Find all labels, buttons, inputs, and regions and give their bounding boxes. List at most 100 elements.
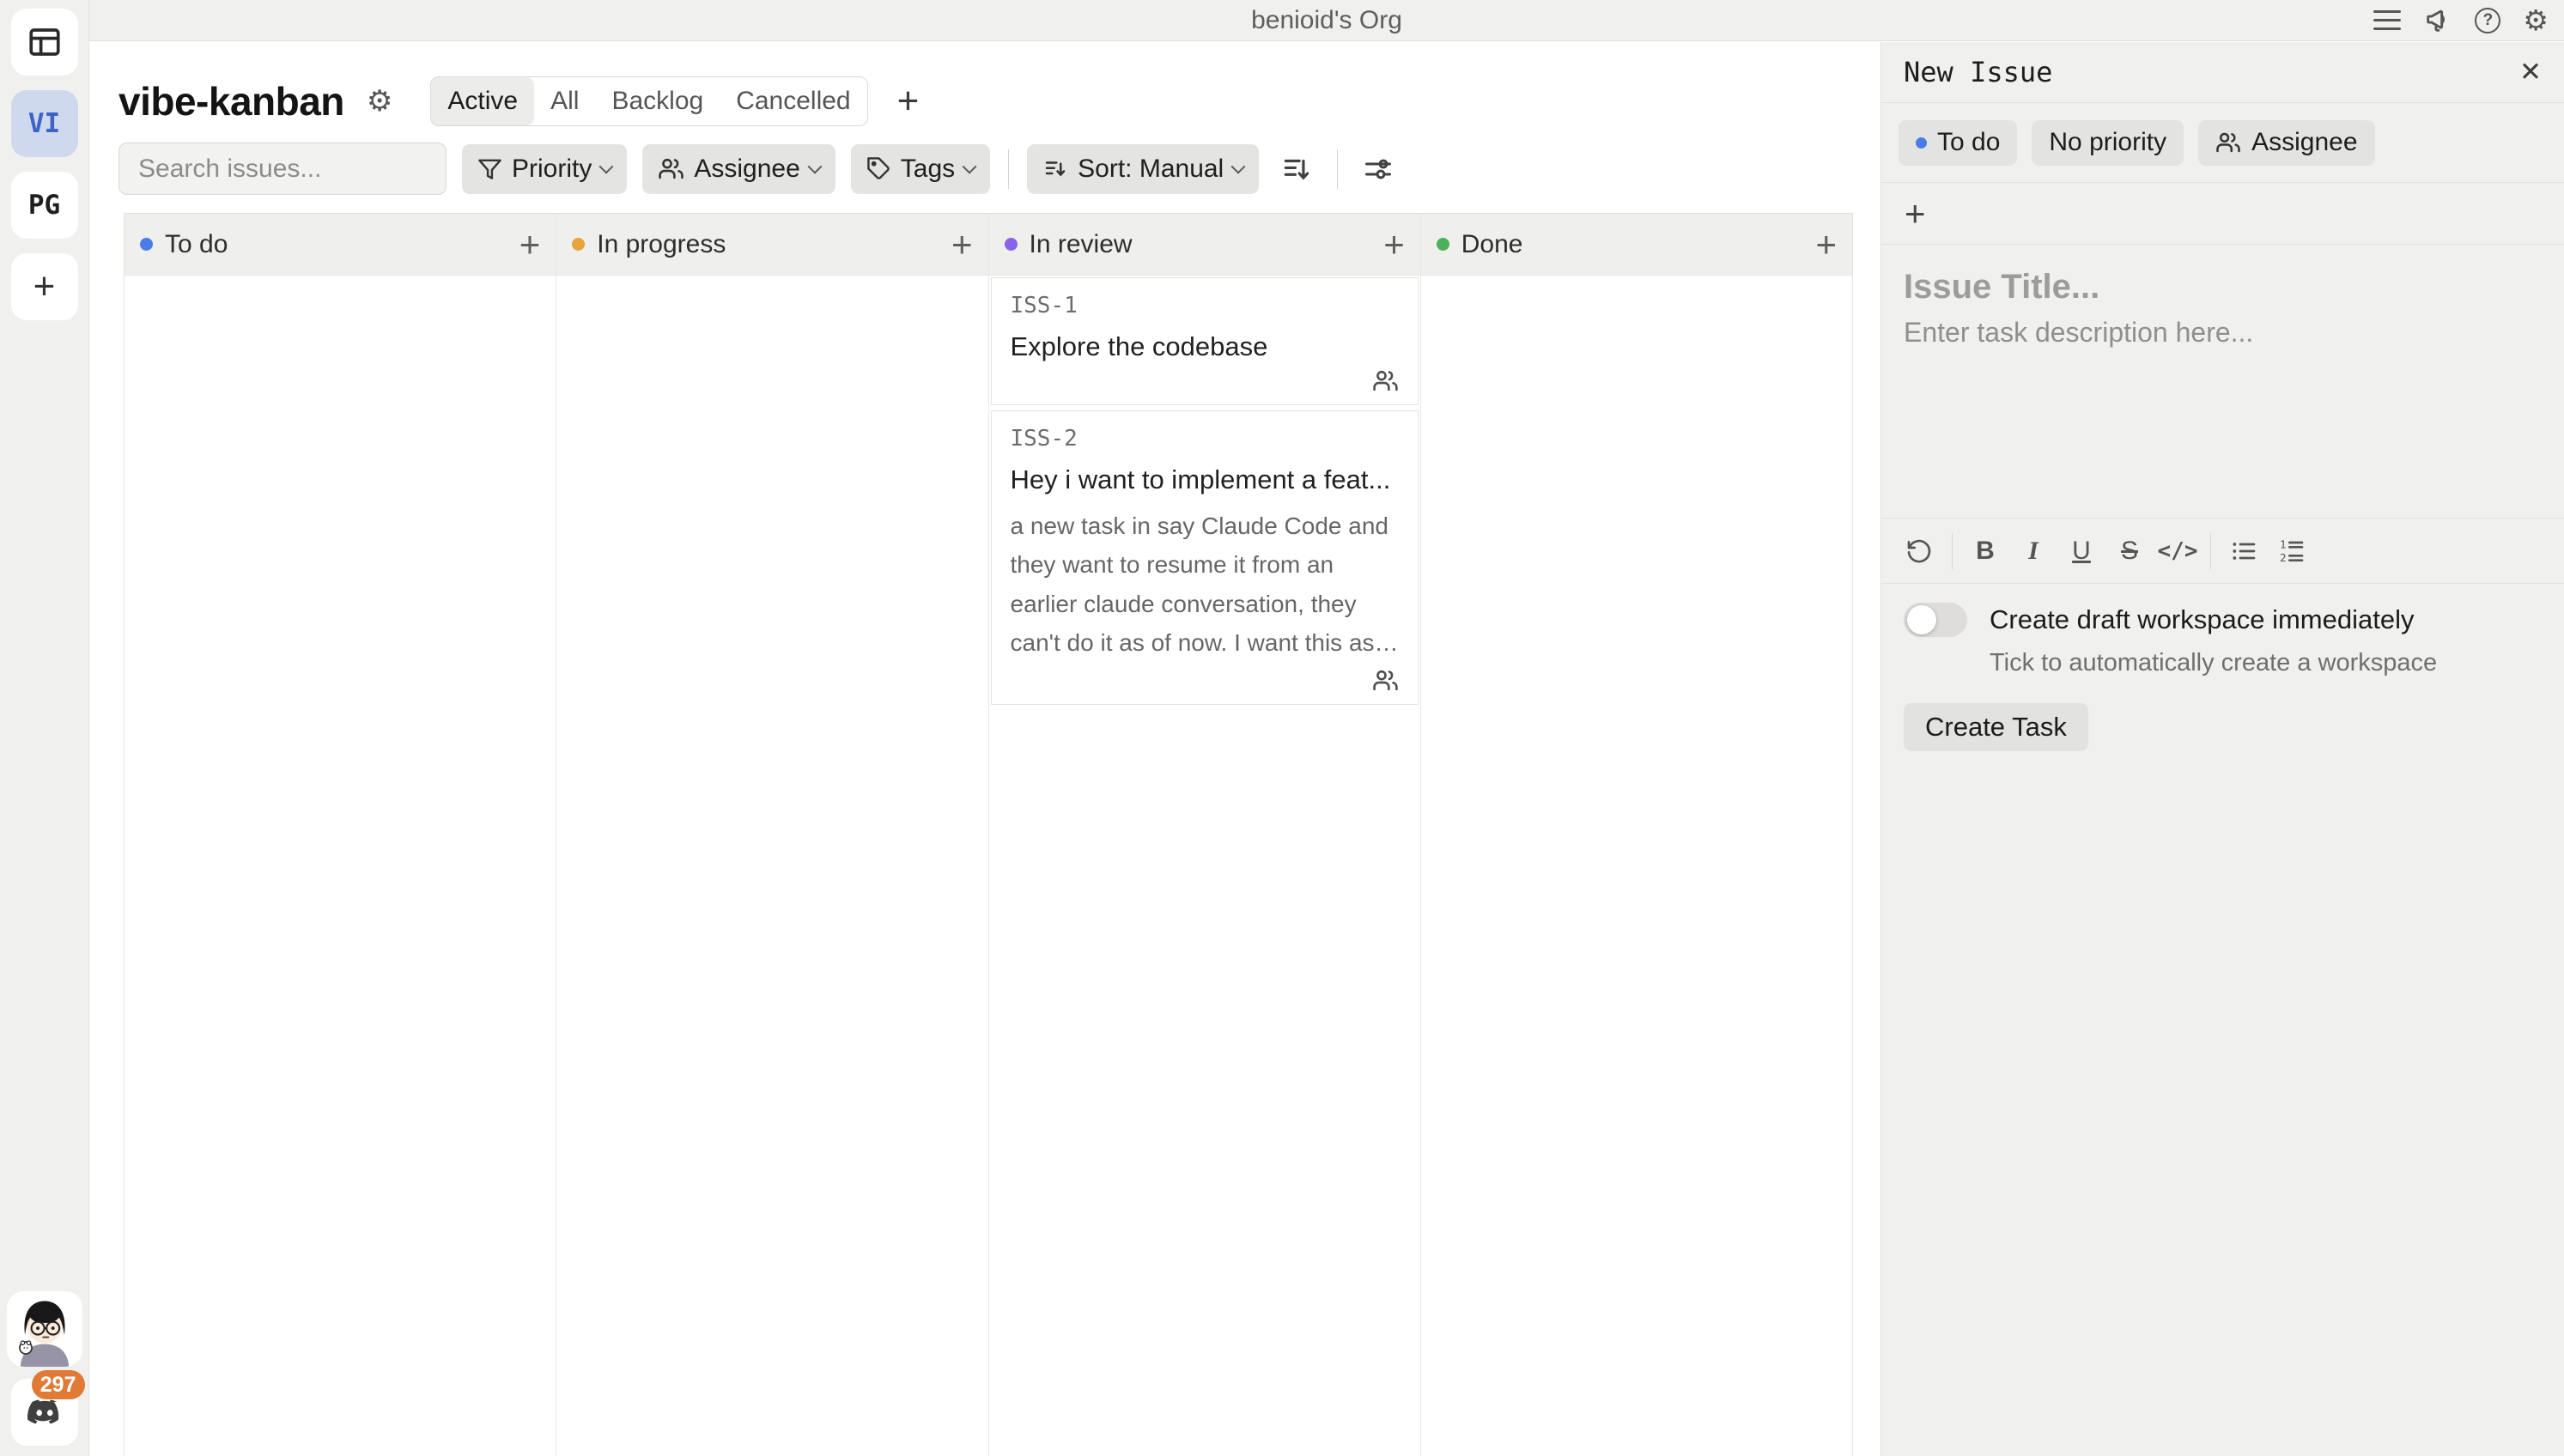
org-title: benioid's Org xyxy=(89,6,2564,35)
add-card-button[interactable]: + xyxy=(1383,227,1405,263)
panel-title: New Issue xyxy=(1904,56,2052,88)
column-in-review: In review + ISS-1 Explore the codebase xyxy=(989,214,1421,1456)
sort-direction-button[interactable] xyxy=(1274,147,1319,191)
user-avatar[interactable] xyxy=(7,1291,82,1367)
issue-property-chips: To do No priority Assignee xyxy=(1881,103,2564,183)
column-header: Done + xyxy=(1421,214,1852,276)
toggle-row: Create draft workspace immediately xyxy=(1904,603,2542,637)
discord-button[interactable]: 297 xyxy=(11,1379,78,1446)
layout-panels-icon xyxy=(27,24,63,60)
add-property-button[interactable]: + xyxy=(1905,196,1926,232)
strikethrough-button[interactable]: S xyxy=(2105,529,2154,573)
app-sidebar: VI PG + xyxy=(0,0,89,1456)
assignee-filter-button[interactable]: Assignee xyxy=(642,144,835,194)
svg-text:1: 1 xyxy=(2280,537,2287,550)
create-task-button[interactable]: Create Task xyxy=(1904,703,2088,751)
svg-text:2: 2 xyxy=(2280,551,2287,564)
status-dot xyxy=(572,238,585,251)
new-issue-panel: New Issue ✕ To do No priority Assignee + xyxy=(1880,42,2564,1456)
italic-button[interactable]: I xyxy=(2009,529,2057,573)
issue-card[interactable]: ISS-1 Explore the codebase xyxy=(991,277,1419,405)
issue-description: a new task in say Claude Code and they w… xyxy=(1011,507,1399,662)
priority-chip[interactable]: No priority xyxy=(2032,120,2184,166)
add-card-button[interactable]: + xyxy=(1815,227,1837,263)
divider xyxy=(1337,149,1338,189)
question-mark: ? xyxy=(2483,11,2494,30)
column-title: Done xyxy=(1461,230,1523,259)
undo-button[interactable] xyxy=(1895,529,1943,573)
priority-chip-label: No priority xyxy=(2049,128,2166,157)
add-workspace-button[interactable]: + xyxy=(11,253,78,320)
sidebar-item-workspace-vi[interactable]: VI xyxy=(11,90,78,157)
plus-icon: + xyxy=(33,265,56,308)
tab-backlog[interactable]: Backlog xyxy=(595,77,720,125)
assignees-icon[interactable] xyxy=(1372,667,1399,694)
editor-toolbar: B I U S </> 1 2 xyxy=(1881,519,2564,584)
tab-all[interactable]: All xyxy=(534,77,595,125)
close-panel-button[interactable]: ✕ xyxy=(2519,57,2542,88)
priority-label: Priority xyxy=(512,155,592,184)
tab-active[interactable]: Active xyxy=(431,77,534,125)
divider xyxy=(1008,149,1009,189)
sort-button[interactable]: Sort: Manual xyxy=(1027,144,1259,194)
assignee-chip-label: Assignee xyxy=(2251,128,2357,157)
bold-button[interactable]: B xyxy=(1961,529,2009,573)
project-settings-button[interactable]: ⚙ xyxy=(367,87,392,116)
settings-button[interactable]: ⚙ xyxy=(2523,6,2549,34)
display-options-button[interactable] xyxy=(1356,147,1400,191)
status-dot xyxy=(1916,137,1927,149)
sort-descending-icon xyxy=(1280,153,1313,185)
column-todo: To do + xyxy=(125,214,556,1456)
menu-button[interactable] xyxy=(2373,10,2401,30)
view-tabs: Active All Backlog Cancelled xyxy=(430,76,867,126)
issue-card[interactable]: ISS-2 Hey i want to implement a feat... … xyxy=(991,410,1419,705)
column-header: In review + xyxy=(989,214,1420,276)
discord-icon xyxy=(25,1396,64,1429)
add-card-button[interactable]: + xyxy=(951,227,973,263)
gear-icon: ⚙ xyxy=(367,85,392,118)
issue-title-input[interactable] xyxy=(1904,262,2542,312)
issue-description-input[interactable] xyxy=(1904,317,2542,500)
column-cards xyxy=(125,276,556,279)
numbered-list-button[interactable]: 1 2 xyxy=(2268,529,2316,573)
column-title: To do xyxy=(165,230,228,259)
bullet-list-button[interactable] xyxy=(2220,529,2268,573)
status-dot xyxy=(1005,238,1018,251)
create-draft-workspace-toggle[interactable] xyxy=(1904,603,1967,637)
main-content: vibe-kanban ⚙ Active All Backlog Cancell… xyxy=(90,42,1880,1456)
code-button[interactable]: </> xyxy=(2154,529,2202,573)
add-view-button[interactable]: + xyxy=(897,80,920,123)
priority-filter-button[interactable]: Priority xyxy=(462,144,627,194)
sliders-icon xyxy=(1363,154,1394,185)
issue-editor xyxy=(1881,245,2564,519)
sort-icon xyxy=(1042,156,1068,182)
sidebar-item-layout[interactable] xyxy=(11,9,78,76)
status-chip[interactable]: To do xyxy=(1899,120,2017,166)
numbered-list-icon: 1 2 xyxy=(2278,537,2306,565)
chevron-down-icon xyxy=(963,159,977,173)
panel-header: New Issue ✕ xyxy=(1881,42,2564,103)
add-card-button[interactable]: + xyxy=(519,227,541,263)
assignee-chip[interactable]: Assignee xyxy=(2198,120,2374,166)
assignees-icon[interactable] xyxy=(1372,367,1399,394)
sidebar-bottom: 297 xyxy=(0,1291,88,1456)
toggle-helper-text: Tick to automatically create a workspace xyxy=(1990,649,2542,677)
underline-button[interactable]: U xyxy=(2057,529,2105,573)
tags-filter-button[interactable]: Tags xyxy=(851,144,990,194)
discord-notification-badge: 297 xyxy=(32,1370,85,1399)
help-button[interactable]: ? xyxy=(2475,8,2500,33)
filter-funnel-icon xyxy=(477,156,502,181)
users-icon xyxy=(2215,130,2241,155)
card-footer xyxy=(1011,367,1399,394)
topbar-actions: ? ⚙ xyxy=(2373,6,2564,35)
tab-cancelled[interactable]: Cancelled xyxy=(720,77,866,125)
sidebar-item-workspace-pg[interactable]: PG xyxy=(11,172,78,239)
search-input[interactable] xyxy=(118,143,447,195)
announcements-button[interactable] xyxy=(2423,6,2452,35)
status-chip-label: To do xyxy=(1937,128,2000,157)
tags-label: Tags xyxy=(901,155,955,184)
undo-icon xyxy=(1905,537,1933,565)
avatar-illustration xyxy=(7,1291,82,1367)
status-dot xyxy=(1437,238,1449,251)
megaphone-icon xyxy=(2423,6,2452,35)
